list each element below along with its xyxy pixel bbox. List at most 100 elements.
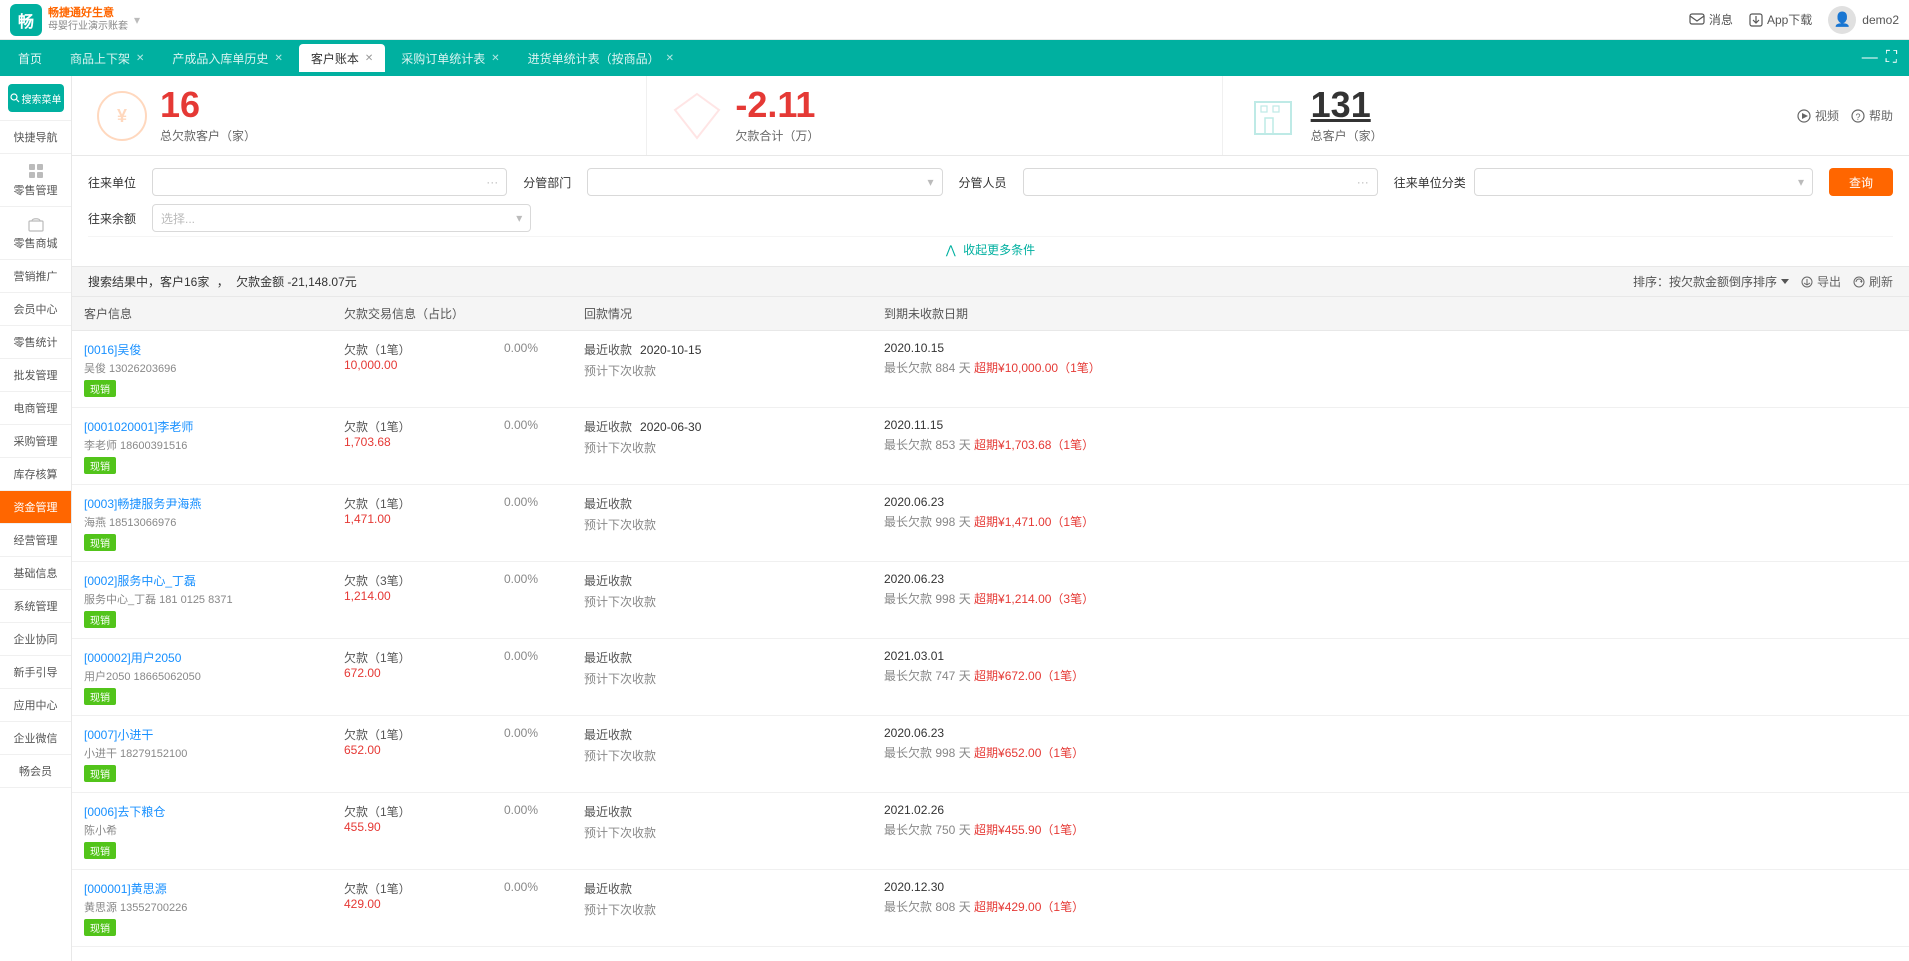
- sidebar-item-purchase[interactable]: 采购管理: [0, 425, 71, 458]
- sidebar-item-finance[interactable]: 资金管理: [0, 491, 71, 524]
- customer-name-link[interactable]: [000002]用户2050: [84, 649, 320, 666]
- sidebar-item-business[interactable]: 经营管理: [0, 524, 71, 557]
- tab-close-goods[interactable]: ✕: [136, 53, 144, 64]
- collapse-bar[interactable]: ⋀ 收起更多条件: [88, 236, 1893, 262]
- customer-name-link[interactable]: [0001020001]李老师: [84, 418, 320, 435]
- dept-select[interactable]: ▾: [587, 168, 942, 196]
- quick-nav-label: 快捷导航: [4, 129, 67, 145]
- sidebar-item-inventory[interactable]: 库存核算: [0, 458, 71, 491]
- tab-close-production[interactable]: ✕: [274, 53, 282, 64]
- sidebar-item-enterprise-coop[interactable]: 企业协同: [0, 623, 71, 656]
- sidebar-item-member[interactable]: 会员中心: [0, 293, 71, 326]
- tab-maximize-btn[interactable]: ⛶: [1886, 49, 1897, 67]
- download-icon: [1749, 13, 1763, 27]
- tab-customer[interactable]: 客户账本 ✕: [299, 44, 385, 72]
- stat-debt-customers: ¥ 16 总欠款客户（家）: [72, 76, 647, 155]
- overdue-days: 最长欠款 808 天: [884, 900, 974, 914]
- debt-amount[interactable]: 1,214.00: [344, 589, 480, 603]
- due-date: 2020.10.15: [884, 341, 1897, 355]
- refresh-btn[interactable]: 刷新: [1853, 273, 1893, 290]
- debt-pct: 0.00%: [504, 572, 560, 586]
- overdue-amount[interactable]: 超期¥652.00（1笔）: [974, 746, 1084, 760]
- debt-amount[interactable]: 10,000.00: [344, 358, 480, 372]
- sidebar-item-new-guide[interactable]: 新手引导: [0, 656, 71, 689]
- debt-pct: 0.00%: [504, 880, 560, 894]
- tab-goods[interactable]: 商品上下架 ✕: [58, 44, 156, 72]
- tab-minimize-btn[interactable]: —: [1862, 49, 1878, 67]
- sidebar-item-marketing[interactable]: 营销推广: [0, 260, 71, 293]
- sidebar-item-retail-stats[interactable]: 零售统计: [0, 326, 71, 359]
- due-date: 2020.06.23: [884, 495, 1897, 509]
- app-download-btn[interactable]: App下载: [1749, 11, 1812, 28]
- customer-name-link[interactable]: [0006]去下粮仓: [84, 803, 320, 820]
- money-circle-icon: ¥: [96, 90, 148, 142]
- next-payment-label: 预计下次收款: [584, 747, 860, 764]
- customer-tag: 现销: [84, 688, 116, 705]
- balance-select[interactable]: 选择... ▾: [152, 204, 531, 232]
- overdue-amount[interactable]: 超期¥1,703.68（1笔）: [974, 438, 1094, 452]
- sidebar-item-app-center[interactable]: 应用中心: [0, 689, 71, 722]
- help-btn[interactable]: ? 帮助: [1851, 107, 1893, 124]
- next-payment-label: 预计下次收款: [584, 901, 860, 918]
- customer-name-link[interactable]: [0003]畅捷服务尹海燕: [84, 495, 320, 512]
- tab-home[interactable]: 首页: [6, 44, 54, 72]
- debt-amount[interactable]: 1,471.00: [344, 512, 480, 526]
- last-payment-label: 最近收款: [584, 649, 632, 666]
- customer-name-link[interactable]: [0002]服务中心_丁磊: [84, 572, 320, 589]
- sidebar-item-ecommerce[interactable]: 电商管理: [0, 392, 71, 425]
- overdue-amount[interactable]: 超期¥1,214.00（3笔）: [974, 592, 1094, 606]
- svg-text:¥: ¥: [117, 106, 127, 126]
- due-date: 2021.02.26: [884, 803, 1897, 817]
- tab-close-customer[interactable]: ✕: [365, 53, 373, 64]
- from-unit-input[interactable]: ···: [152, 168, 507, 196]
- overdue-amount[interactable]: 超期¥672.00（1笔）: [974, 669, 1084, 683]
- overdue-days: 最长欠款 998 天: [884, 515, 974, 529]
- sidebar-item-retail-mgmt[interactable]: 零售管理: [0, 154, 71, 207]
- dept-field: 分管部门 ▾: [523, 168, 942, 196]
- video-help-btn[interactable]: 视频: [1797, 107, 1839, 124]
- export-btn[interactable]: 导出: [1801, 273, 1841, 290]
- debt-amount[interactable]: 455.90: [344, 820, 480, 834]
- overdue-days: 最长欠款 998 天: [884, 592, 974, 606]
- table-row: [0003]畅捷服务尹海燕 海燕 18513066976 现销 欠款（1笔） 1…: [72, 485, 1909, 562]
- overdue-amount[interactable]: 超期¥1,471.00（1笔）: [974, 515, 1094, 529]
- debt-count: 欠款（1笔）: [344, 341, 480, 358]
- sidebar-item-batch-mgmt[interactable]: 批发管理: [0, 359, 71, 392]
- unit-category-select[interactable]: ▾: [1474, 168, 1813, 196]
- stat-total-customers: 131 总客户（家）: [1223, 76, 1797, 155]
- sort-control[interactable]: 排序：按欠款金额倒序排序: [1633, 273, 1789, 290]
- col-customer-info: 客户信息: [72, 297, 332, 331]
- sidebar-item-vip[interactable]: 畅会员: [0, 755, 71, 788]
- sidebar-item-basic[interactable]: 基础信息: [0, 557, 71, 590]
- sidebar-item-system[interactable]: 系统管理: [0, 590, 71, 623]
- overdue-days: 最长欠款 853 天: [884, 438, 974, 452]
- manager-label: 分管人员: [959, 174, 1015, 191]
- overdue-amount[interactable]: 超期¥455.90（1笔）: [974, 823, 1084, 837]
- tab-instock-summary[interactable]: 进货单统计表（按商品） ✕: [516, 44, 686, 72]
- tab-close-instock[interactable]: ✕: [666, 53, 674, 64]
- debt-amount[interactable]: 429.00: [344, 897, 480, 911]
- tab-purchase-summary[interactable]: 采购订单统计表 ✕: [389, 44, 511, 72]
- next-payment-label: 预计下次收款: [584, 439, 860, 456]
- sidebar-item-retail-mall[interactable]: 零售商城: [0, 207, 71, 260]
- sidebar-item-enterprise-wechat[interactable]: 企业微信: [0, 722, 71, 755]
- logo-area: 畅 畅捷通好生意 母婴行业演示账套 ▾: [10, 4, 180, 36]
- debt-amount[interactable]: 672.00: [344, 666, 480, 680]
- overdue-amount[interactable]: 超期¥10,000.00（1笔）: [974, 361, 1101, 375]
- overdue-amount[interactable]: 超期¥429.00（1笔）: [974, 900, 1084, 914]
- tab-production[interactable]: 产成品入库单历史 ✕: [160, 44, 294, 72]
- customer-name-link[interactable]: [0007]小进干: [84, 726, 320, 743]
- search-button[interactable]: 查询: [1829, 168, 1893, 196]
- quick-nav-item[interactable]: 快捷导航: [0, 121, 71, 154]
- debt-amount[interactable]: 1,703.68: [344, 435, 480, 449]
- search-menu-btn[interactable]: 搜索菜单: [0, 76, 71, 121]
- message-btn[interactable]: 消息: [1689, 11, 1733, 28]
- customer-name-link[interactable]: [000001]黄思源: [84, 880, 320, 897]
- tab-close-purchase[interactable]: ✕: [491, 53, 499, 64]
- customer-name-link[interactable]: [0016]吴俊: [84, 341, 320, 358]
- last-payment-label: 最近收款: [584, 726, 632, 743]
- debt-amount-label: 欠款合计（万）: [735, 127, 819, 144]
- manager-input[interactable]: ···: [1023, 168, 1378, 196]
- user-avatar[interactable]: 👤 demo2: [1828, 6, 1899, 34]
- debt-amount[interactable]: 652.00: [344, 743, 480, 757]
